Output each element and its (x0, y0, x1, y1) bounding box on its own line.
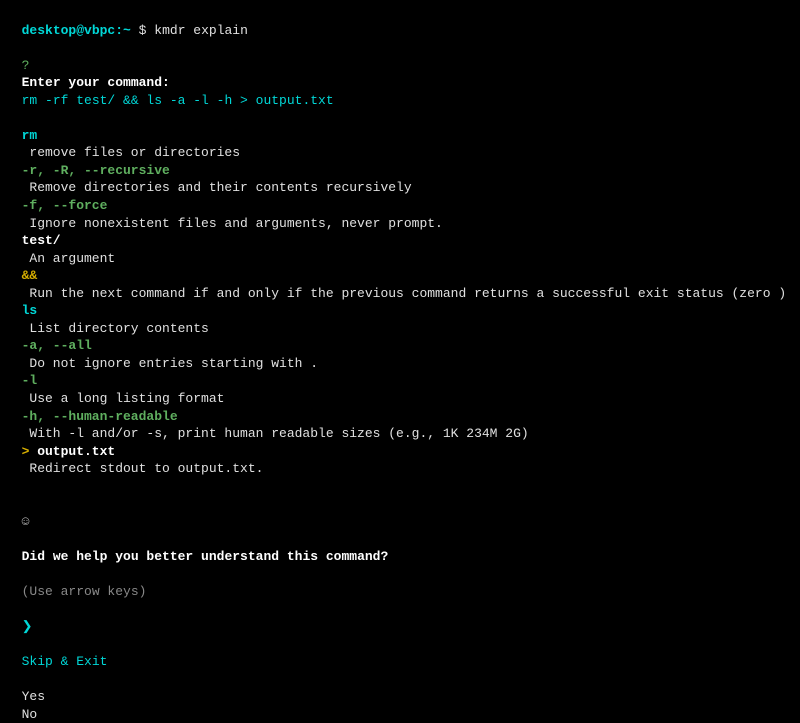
feedback-hint: (Use arrow keys) (22, 584, 147, 599)
explain-token-line: rm (6, 127, 794, 145)
explain-token-line: -h, --human-readable (6, 408, 794, 426)
explain-description: Redirect stdout to output.txt. (6, 460, 794, 478)
redirect-operator: > (22, 444, 38, 459)
explain-token: -a, --all (22, 338, 92, 353)
feedback-selected-option: Skip & Exit (22, 654, 108, 669)
prompt-dollar: $ (131, 23, 154, 38)
enter-command-label: Enter your command: (22, 75, 170, 90)
typed-command: kmdr explain (154, 23, 248, 38)
enter-command-line: ? Enter your command: rm -rf test/ && ls… (6, 39, 794, 109)
prompt-sep: : (115, 23, 123, 38)
explain-token: -r, -R, --recursive (22, 163, 170, 178)
shell-prompt-line[interactable]: desktop@vbpc:~ $ kmdr explain (6, 4, 794, 39)
explain-description: Do not ignore entries starting with . (6, 355, 794, 373)
explain-description: Ignore nonexistent files and arguments, … (6, 215, 794, 233)
prompt-user: desktop@vbpc (22, 23, 116, 38)
feedback-question-line: ☺ Did we help you better understand this… (6, 495, 794, 600)
explain-description: remove files or directories (6, 144, 794, 162)
explain-token: output.txt (37, 444, 115, 459)
explain-token-line: -a, --all (6, 337, 794, 355)
explain-description: List directory contents (6, 320, 794, 338)
feedback-question: Did we help you better understand this c… (22, 549, 389, 564)
blank-line (6, 109, 794, 127)
explain-description: Remove directories and their contents re… (6, 179, 794, 197)
explain-token-line: -f, --force (6, 197, 794, 215)
prompt-path: ~ (123, 23, 131, 38)
blank-line (6, 478, 794, 496)
explain-token-line: -r, -R, --recursive (6, 162, 794, 180)
explain-token-line: test/ (6, 232, 794, 250)
explain-token-line: ls (6, 302, 794, 320)
explain-description: Run the next command if and only if the … (6, 285, 794, 303)
explanation-list: rmremove files or directories-r, -R, --r… (6, 127, 794, 478)
feedback-option[interactable]: Yes (6, 688, 794, 706)
explain-token: && (22, 268, 38, 283)
entered-command: rm -rf test/ && ls -a -l -h > output.txt (22, 93, 334, 108)
explain-token: -l (22, 373, 38, 388)
feedback-selected-line[interactable]: ❯ Skip & Exit (6, 601, 794, 671)
explain-token: test/ (22, 233, 61, 248)
explain-token: ls (22, 303, 38, 318)
explain-token-line: -l (6, 372, 794, 390)
question-mark-icon: ? (22, 58, 30, 73)
explain-token: -h, --human-readable (22, 409, 178, 424)
explain-token-line: && (6, 267, 794, 285)
explain-description: With -l and/or -s, print human readable … (6, 425, 794, 443)
explain-token: -f, --force (22, 198, 108, 213)
explain-token-line: > output.txt (6, 443, 794, 461)
explain-description: Use a long listing format (6, 390, 794, 408)
explain-description: An argument (6, 250, 794, 268)
blank-line (6, 671, 794, 689)
feedback-options: YesNo (6, 688, 794, 723)
selected-marker-icon: ❯ (22, 619, 33, 634)
feedback-icon: ☺ (22, 514, 30, 529)
explain-token: rm (22, 128, 38, 143)
feedback-option[interactable]: No (6, 706, 794, 723)
